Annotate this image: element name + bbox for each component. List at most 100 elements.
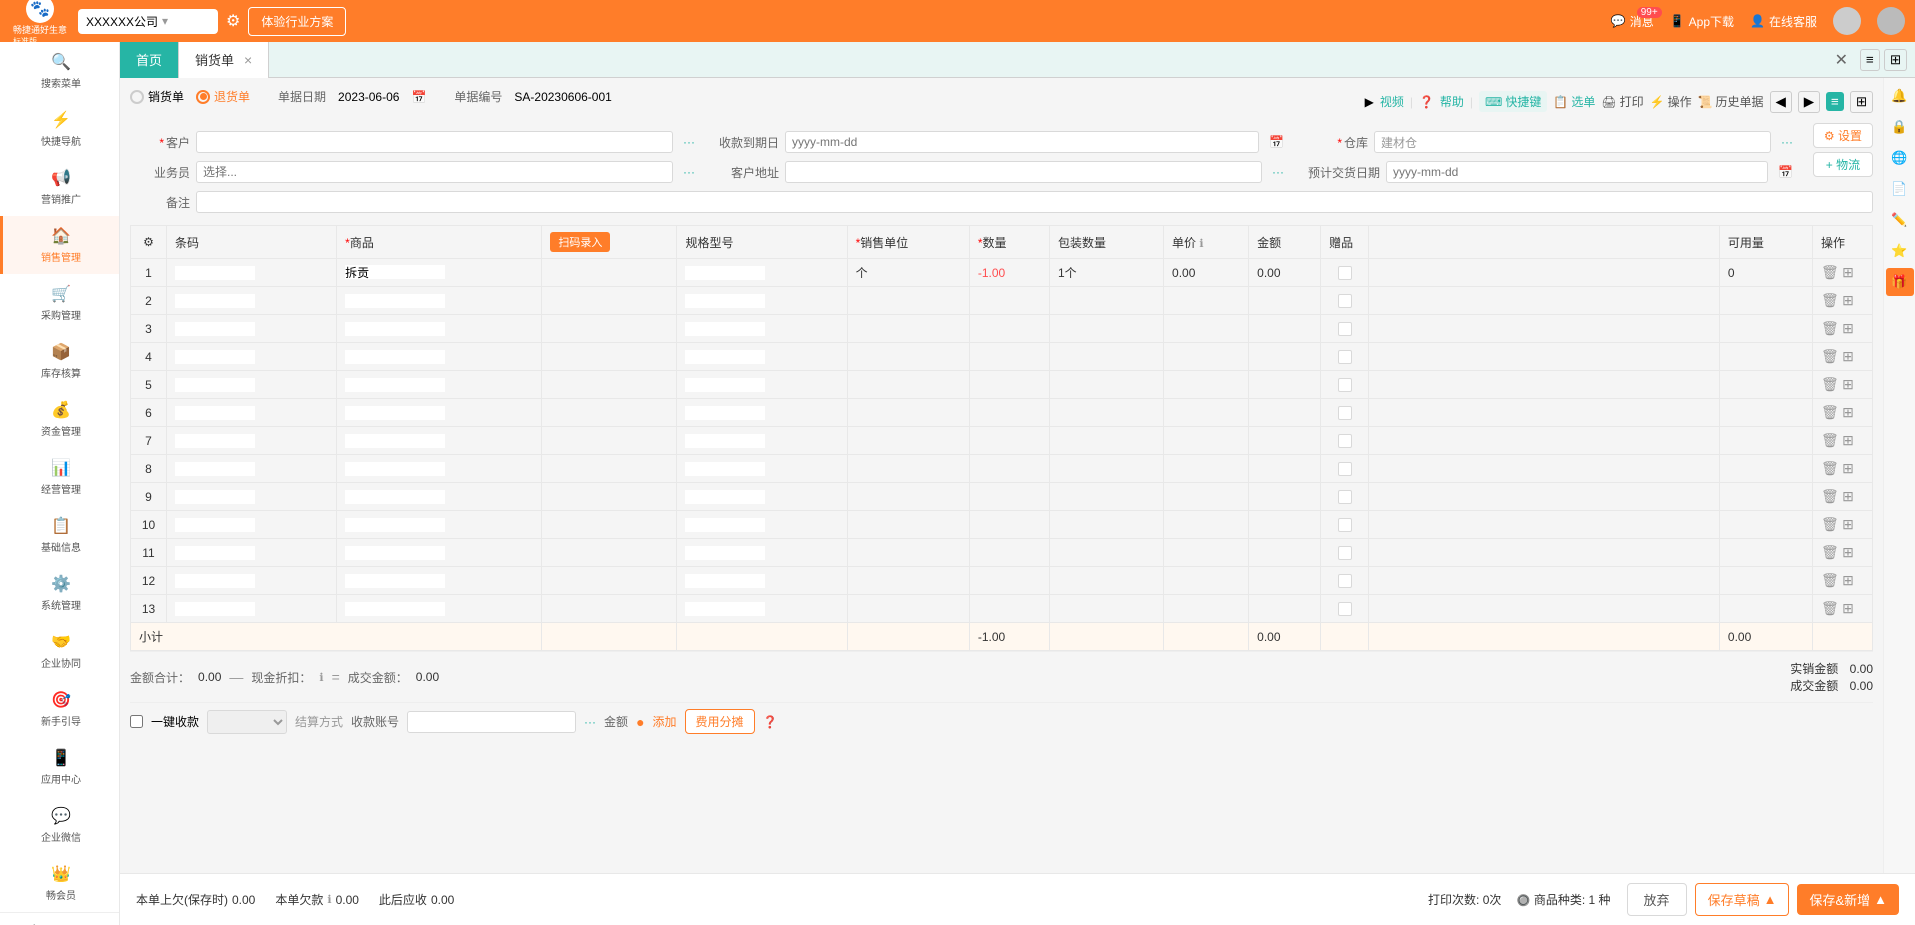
row-unit-price-6[interactable] [1164,399,1249,427]
delete-row-btn-8[interactable]: 🗑 [1821,460,1839,477]
scan-btn[interactable]: 扫码录入 [550,232,610,252]
row-quantity-3[interactable] [969,315,1049,343]
row-quantity-2[interactable] [969,287,1049,315]
row-unit-price-1[interactable]: 0.00 [1164,259,1249,287]
row-unit-price-12[interactable] [1164,567,1249,595]
gift-checkbox-8[interactable] [1338,462,1352,476]
row-barcode-7[interactable] [167,427,337,455]
barcode-input-12[interactable] [175,574,255,588]
row-spec-2[interactable] [677,287,847,315]
tab-sales-order[interactable]: 销货单 × [179,42,269,78]
row-unit-price-4[interactable] [1164,343,1249,371]
operate-link[interactable]: ⚡ 操作 [1650,93,1692,110]
sidebar-item-finance[interactable]: 💰 资金管理 [0,390,119,448]
gift-checkbox-4[interactable] [1338,350,1352,364]
expected-delivery-input[interactable] [1386,161,1768,183]
print-link[interactable]: 🖨 打印 [1601,93,1643,110]
product-input-8[interactable] [345,462,445,476]
copy-row-btn-2[interactable]: ⊞ [1842,292,1854,309]
row-product-6[interactable] [337,399,542,427]
row-gift-2[interactable] [1321,287,1369,315]
company-selector[interactable]: XXXXXX公司 ▾ [78,9,218,34]
right-panel-star-btn[interactable]: ⭐ [1886,237,1914,265]
barcode-input-7[interactable] [175,434,255,448]
spec-input-11[interactable] [685,546,765,560]
payment-account-input[interactable] [407,711,576,733]
row-product-1[interactable] [337,259,542,287]
row-quantity-13[interactable] [969,595,1049,623]
gear-settings-icon[interactable]: ⚙ [226,11,240,31]
row-gift-3[interactable] [1321,315,1369,343]
tab-grid-view-button[interactable]: ⊞ [1884,49,1907,71]
copy-row-btn-7[interactable]: ⊞ [1842,432,1854,449]
sidebar-item-quick-nav[interactable]: ⚡ 快捷导航 [0,100,119,158]
message-button[interactable]: 💬 消息 99+ [1611,13,1654,30]
app-download-button[interactable]: 📱 App下载 [1670,13,1734,30]
sidebar-item-operations[interactable]: 📊 经营管理 [0,448,119,506]
tab-close-icon[interactable]: × [244,52,252,68]
nav-prev-button[interactable]: ◀ [1770,91,1792,113]
row-barcode-2[interactable] [167,287,337,315]
row-gift-13[interactable] [1321,595,1369,623]
barcode-input-8[interactable] [175,462,255,476]
sidebar-item-sales[interactable]: 🏠 销售管理 [0,216,119,274]
copy-row-btn-12[interactable]: ⊞ [1842,572,1854,589]
copy-row-btn-11[interactable]: ⊞ [1842,544,1854,561]
user-avatar[interactable] [1833,7,1861,35]
sidebar-item-app-center[interactable]: 📱 应用中心 [0,738,119,796]
barcode-input-3[interactable] [175,322,255,336]
sidebar-item-enterprise[interactable]: 🤝 企业协同 [0,622,119,680]
right-panel-gift-btn[interactable]: 🎁 [1886,268,1914,296]
row-quantity-1[interactable]: -1.00 [969,259,1049,287]
row-quantity-5[interactable] [969,371,1049,399]
row-quantity-6[interactable] [969,399,1049,427]
copy-row-btn-1[interactable]: ⊞ [1842,264,1854,281]
row-spec-7[interactable] [677,427,847,455]
return-order-radio[interactable]: 退货单 [196,88,250,105]
barcode-input-9[interactable] [175,490,255,504]
delete-row-btn-7[interactable]: 🗑 [1821,432,1839,449]
row-gift-1[interactable] [1321,259,1369,287]
row-product-12[interactable] [337,567,542,595]
spec-input-7[interactable] [685,434,765,448]
row-quantity-7[interactable] [969,427,1049,455]
row-quantity-8[interactable] [969,455,1049,483]
copy-row-btn-3[interactable]: ⊞ [1842,320,1854,337]
warehouse-input[interactable] [1374,131,1771,153]
gift-checkbox-5[interactable] [1338,378,1352,392]
customer-address-input[interactable] [785,161,1262,183]
row-product-5[interactable] [337,371,542,399]
right-panel-edit-btn[interactable]: ✏️ [1886,206,1914,234]
barcode-input-5[interactable] [175,378,255,392]
spec-input-10[interactable] [685,518,765,532]
spec-input-4[interactable] [685,350,765,364]
payment-method-select[interactable] [207,710,287,734]
product-input-6[interactable] [345,406,445,420]
th-settings[interactable]: ⚙ [131,226,167,259]
gift-checkbox-11[interactable] [1338,546,1352,560]
row-unit-price-5[interactable] [1164,371,1249,399]
sidebar-collapse-icon[interactable]: ◀ [80,921,92,925]
barcode-input-11[interactable] [175,546,255,560]
nav-next-button[interactable]: ▶ [1798,91,1820,113]
gift-checkbox-10[interactable] [1338,518,1352,532]
row-spec-1[interactable] [677,259,847,287]
spec-input-9[interactable] [685,490,765,504]
salesperson-dots-btn[interactable]: ··· [683,165,695,179]
row-product-8[interactable] [337,455,542,483]
history-link[interactable]: 📜 历史单据 [1698,93,1764,110]
online-service-button[interactable]: 👤 在线客服 [1750,13,1817,30]
product-input-4[interactable] [345,350,445,364]
customer-dots-btn[interactable]: ··· [683,135,695,149]
sidebar-item-marketing[interactable]: 📢 营销推广 [0,158,119,216]
video-link[interactable]: 视频 [1380,93,1404,110]
remark-input[interactable] [196,191,1873,213]
warehouse-dots-btn[interactable]: ··· [1781,135,1793,149]
row-gift-9[interactable] [1321,483,1369,511]
user-avatar2[interactable] [1877,7,1905,35]
delete-row-btn-11[interactable]: 🗑 [1821,544,1839,561]
product-input-7[interactable] [345,434,445,448]
row-spec-12[interactable] [677,567,847,595]
copy-row-btn-10[interactable]: ⊞ [1842,516,1854,533]
row-barcode-1[interactable] [167,259,337,287]
